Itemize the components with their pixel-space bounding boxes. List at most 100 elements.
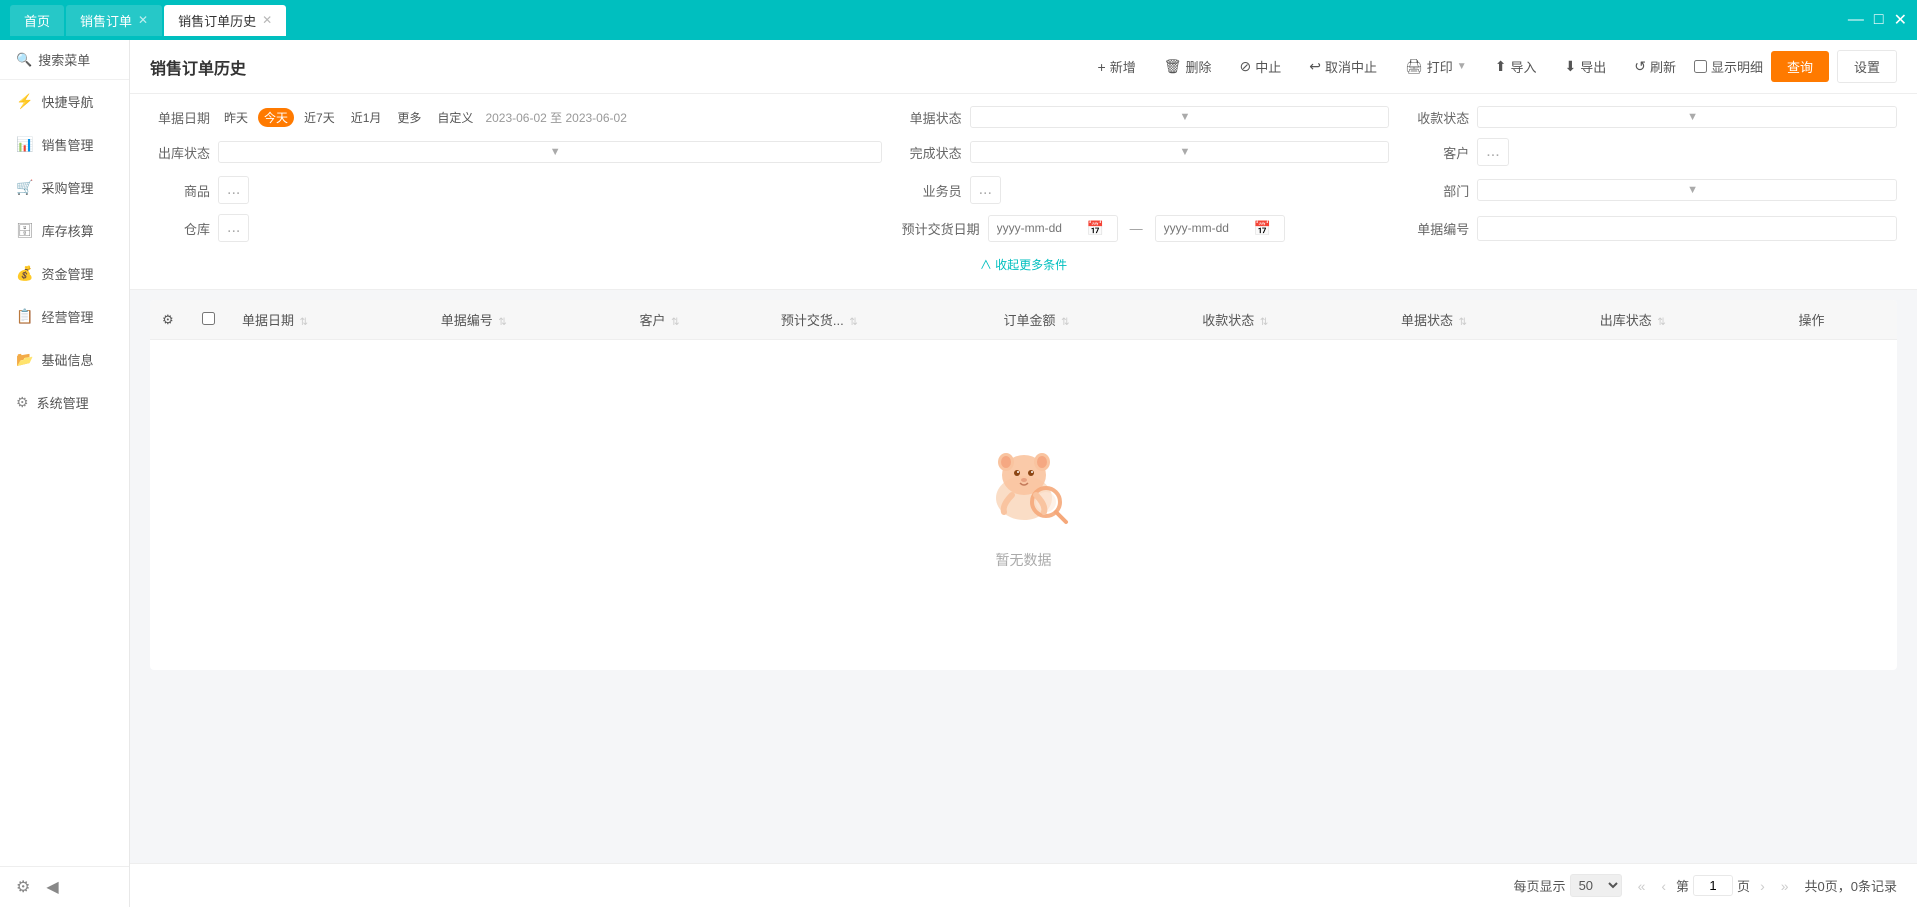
- receipt-status-select[interactable]: ▼: [1477, 106, 1897, 128]
- sort-customer-icon[interactable]: ⇅: [671, 317, 679, 328]
- sidebar-collapse-icon[interactable]: ◀: [46, 877, 58, 897]
- export-button[interactable]: ⬇ 导出: [1554, 52, 1616, 81]
- next-page-icon: ›: [1760, 878, 1765, 894]
- tab-sales-order-history-label: 销售订单历史: [178, 11, 256, 30]
- tab-sales-order-history-close[interactable]: ✕: [262, 13, 272, 27]
- filter-row-4: 仓库 ... 预计交货日期 📅 — 📅 单据编号: [150, 214, 1897, 242]
- expected-date-to-input[interactable]: [1164, 221, 1254, 235]
- th-expected-delivery[interactable]: 预计交货... ⇅: [769, 300, 992, 340]
- th-receipt-status[interactable]: 收款状态 ⇅: [1190, 300, 1389, 340]
- calendar-to-icon[interactable]: 📅: [1254, 220, 1271, 237]
- th-order-amount[interactable]: 订单金额 ⇅: [992, 300, 1191, 340]
- collapse-bar[interactable]: ∧ 收起更多条件: [150, 252, 1897, 277]
- date-1month[interactable]: 近1月: [345, 108, 388, 127]
- business-icon: 📋: [16, 308, 33, 325]
- filter-row-2: 出库状态 ▼ 完成状态 ▼ 客户 ...: [150, 138, 1897, 166]
- sidebar-item-finance-mgmt[interactable]: 💰 资金管理: [0, 252, 129, 295]
- expected-date-to[interactable]: 📅: [1155, 215, 1285, 242]
- page-size-select-input[interactable]: 10 20 50 100: [1570, 874, 1622, 897]
- sidebar-item-basic-info[interactable]: 📂 基础信息: [0, 338, 129, 381]
- product-ellipsis[interactable]: ...: [218, 176, 249, 204]
- cancel-stop-button[interactable]: ↩ 取消中止: [1299, 52, 1387, 81]
- import-icon: ⬆: [1495, 58, 1507, 75]
- bill-no-input[interactable]: [1486, 221, 1888, 236]
- sort-expected-delivery-icon[interactable]: ⇅: [849, 317, 857, 328]
- complete-status-arrow-icon: ▼: [1179, 146, 1380, 158]
- delete-button[interactable]: 🗑 删除: [1154, 52, 1222, 81]
- date-7days[interactable]: 近7天: [298, 108, 341, 127]
- salesperson-ellipsis[interactable]: ...: [970, 176, 1001, 204]
- query-button[interactable]: 查询: [1771, 51, 1829, 82]
- print-button[interactable]: 🖨 打印 ▼: [1395, 52, 1477, 81]
- tab-sales-order-close[interactable]: ✕: [138, 13, 148, 27]
- tab-home[interactable]: 首页: [10, 5, 64, 36]
- sort-date-icon[interactable]: ⇅: [300, 317, 308, 328]
- th-check[interactable]: [190, 300, 230, 340]
- expected-date-from-input[interactable]: [997, 221, 1087, 235]
- sort-order-amount-icon[interactable]: ⇅: [1061, 317, 1069, 328]
- date-more[interactable]: 更多: [391, 108, 427, 127]
- select-all-checkbox[interactable]: [202, 312, 215, 325]
- stop-button[interactable]: ⊘ 中止: [1230, 52, 1292, 81]
- tab-sales-order-history[interactable]: 销售订单历史 ✕: [164, 5, 286, 36]
- current-page-input[interactable]: [1693, 875, 1733, 896]
- sort-bill-status-icon[interactable]: ⇅: [1459, 317, 1467, 328]
- th-customer[interactable]: 客户 ⇅: [628, 300, 769, 340]
- sidebar-item-quick-nav[interactable]: ⚡ 快捷导航: [0, 80, 129, 123]
- complete-status-select[interactable]: ▼: [970, 141, 1390, 163]
- filter-dept: 部门 ▼: [1409, 179, 1897, 201]
- sort-bill-no-icon[interactable]: ⇅: [498, 317, 506, 328]
- import-button[interactable]: ⬆ 导入: [1485, 52, 1547, 81]
- sidebar-item-sys-mgmt[interactable]: ⚙ 系统管理: [0, 381, 129, 424]
- th-bill-status[interactable]: 单据状态 ⇅: [1389, 300, 1588, 340]
- dept-select[interactable]: ▼: [1477, 179, 1897, 201]
- stop-icon: ⊘: [1240, 58, 1252, 75]
- new-icon: +: [1098, 59, 1106, 75]
- sidebar-settings-icon[interactable]: ⚙: [16, 877, 30, 897]
- pagination: 每页显示 10 20 50 100 « ‹ 第 页 ›: [130, 863, 1917, 907]
- new-button[interactable]: + 新增: [1088, 52, 1146, 81]
- outbound-status-select[interactable]: ▼: [218, 141, 882, 163]
- finance-icon: 💰: [16, 265, 33, 282]
- empty-illustration: [974, 440, 1074, 540]
- display-toggle-checkbox[interactable]: [1694, 60, 1707, 73]
- th-gear[interactable]: ⚙: [150, 300, 190, 340]
- date-custom[interactable]: 自定义: [431, 108, 479, 127]
- window-minimize-button[interactable]: —: [1848, 11, 1864, 29]
- filter-row-1: 单据日期 昨天 今天 近7天 近1月 更多 自定义 2023-06-02 至 2…: [150, 106, 1897, 128]
- tab-sales-order[interactable]: 销售订单 ✕: [66, 5, 162, 36]
- print-label: 打印: [1427, 57, 1453, 76]
- first-page-button[interactable]: «: [1632, 876, 1652, 896]
- sidebar-item-purchase-mgmt[interactable]: 🛒 采购管理: [0, 166, 129, 209]
- calendar-from-icon[interactable]: 📅: [1087, 220, 1104, 237]
- date-yesterday[interactable]: 昨天: [218, 108, 254, 127]
- sidebar-item-quick-nav-label: 快捷导航: [41, 92, 93, 111]
- sort-receipt-status-icon[interactable]: ⇅: [1260, 317, 1268, 328]
- date-today[interactable]: 今天: [258, 108, 294, 127]
- th-bill-no[interactable]: 单据编号 ⇅: [429, 300, 628, 340]
- th-outbound-status[interactable]: 出库状态 ⇅: [1588, 300, 1787, 340]
- sidebar-search[interactable]: 🔍 搜索菜单: [0, 40, 129, 80]
- window-close-button[interactable]: ✕: [1894, 10, 1907, 30]
- warehouse-ellipsis[interactable]: ...: [218, 214, 249, 242]
- sidebar: 🔍 搜索菜单 ⚡ 快捷导航 📊 销售管理 🛒 采购管理 🗄 库存核算 💰 资金管…: [0, 40, 130, 907]
- window-maximize-button[interactable]: □: [1874, 11, 1884, 29]
- display-toggle[interactable]: 显示明细: [1694, 57, 1763, 76]
- settings-button[interactable]: 设置: [1837, 50, 1897, 83]
- prev-page-button[interactable]: ‹: [1655, 876, 1672, 896]
- sidebar-item-business-mgmt[interactable]: 📋 经营管理: [0, 295, 129, 338]
- th-date[interactable]: 单据日期 ⇅: [230, 300, 429, 340]
- refresh-button[interactable]: ↺ 刷新: [1624, 52, 1686, 81]
- bill-no-input-wrapper[interactable]: [1477, 216, 1897, 241]
- next-page-button[interactable]: ›: [1754, 876, 1771, 896]
- expected-date-from[interactable]: 📅: [988, 215, 1118, 242]
- export-label: 导出: [1580, 57, 1606, 76]
- delete-label: 删除: [1185, 57, 1211, 76]
- customer-ellipsis[interactable]: ...: [1477, 138, 1508, 166]
- sort-outbound-status-icon[interactable]: ⇅: [1657, 317, 1665, 328]
- sidebar-item-inventory-calc[interactable]: 🗄 库存核算: [0, 209, 129, 252]
- sidebar-item-sales-mgmt[interactable]: 📊 销售管理: [0, 123, 129, 166]
- gear-icon[interactable]: ⚙: [162, 312, 174, 327]
- bill-status-select[interactable]: ▼: [970, 106, 1390, 128]
- last-page-button[interactable]: »: [1775, 876, 1795, 896]
